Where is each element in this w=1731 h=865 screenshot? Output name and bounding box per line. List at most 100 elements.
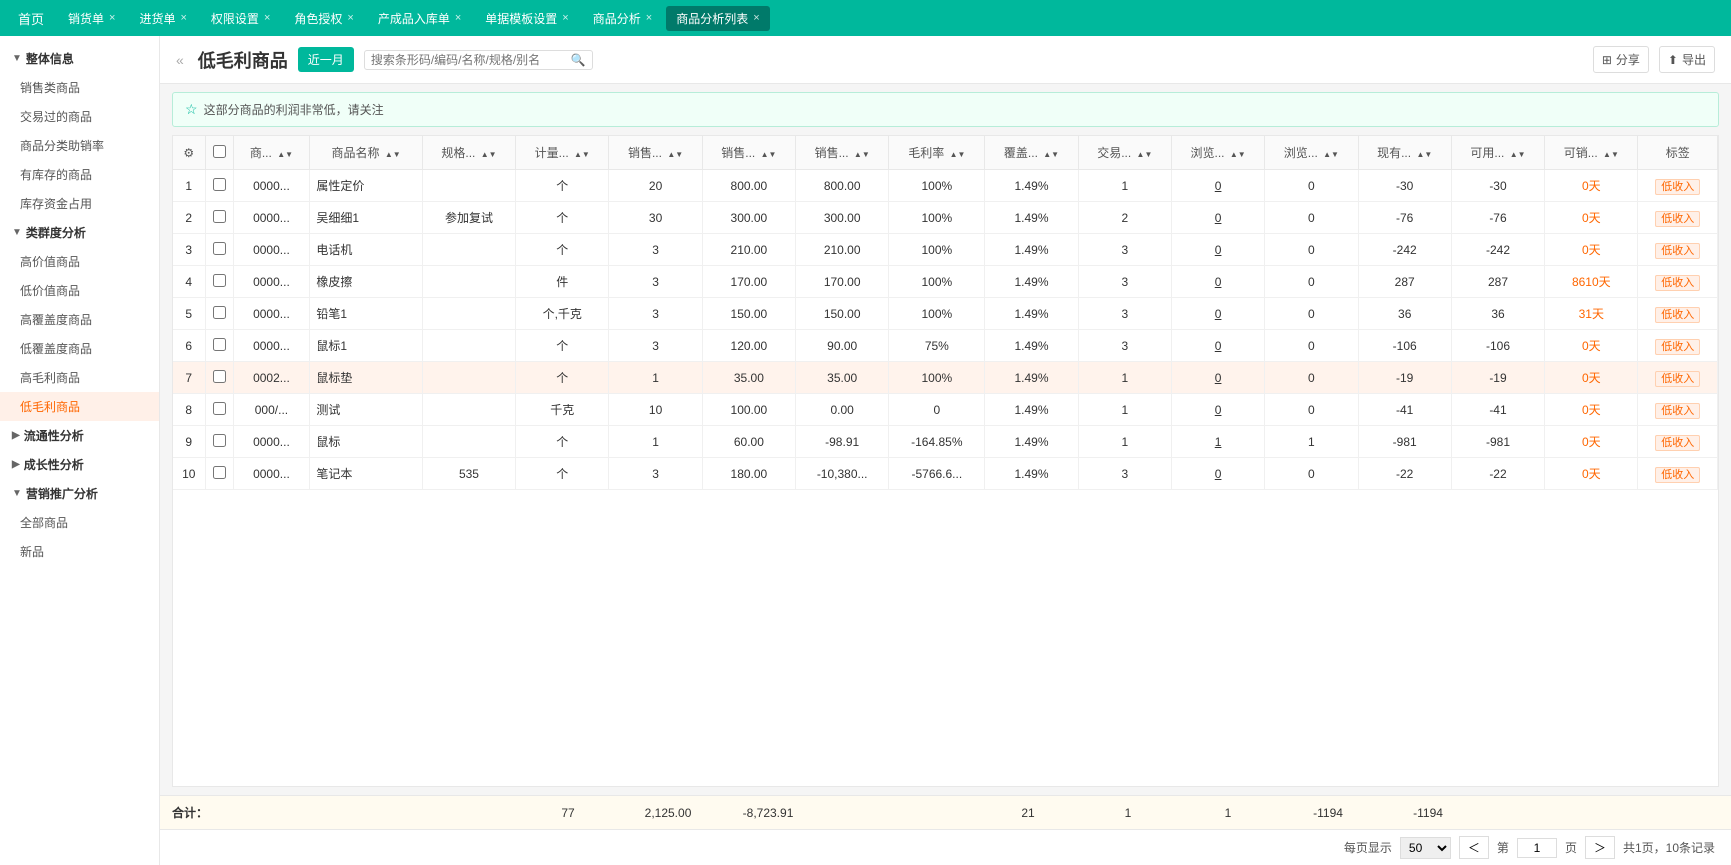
row-checkbox[interactable] [213, 242, 226, 255]
next-page-button[interactable]: ＞ [1585, 836, 1615, 859]
th-current-stock[interactable]: 现有... ▲▼ [1358, 136, 1451, 170]
date-filter-button[interactable]: 近一月 [298, 47, 354, 72]
sidebar-item-high-coverage[interactable]: 高覆盖度商品 [0, 305, 159, 334]
nav-template-settings-close[interactable]: × [562, 12, 568, 24]
sort-sales-profit[interactable]: ▲▼ [854, 150, 870, 159]
nav-role-auth-close[interactable]: × [347, 12, 353, 24]
sidebar-group-growth[interactable]: ▶ 成长性分析 [0, 450, 159, 479]
th-code[interactable]: 商... ▲▼ [233, 136, 310, 170]
sidebar-group-marketing[interactable]: ▼ 营销推广分析 [0, 479, 159, 508]
page-number-input[interactable] [1517, 838, 1557, 858]
cell-view1[interactable]: 0 [1171, 362, 1264, 394]
share-button[interactable]: ⊞ 分享 [1593, 46, 1649, 73]
nav-product-inbound-close[interactable]: × [455, 12, 461, 24]
sort-cover-rate[interactable]: ▲▼ [1043, 150, 1059, 159]
sort-sellable[interactable]: ▲▼ [1603, 150, 1619, 159]
sidebar-item-high-margin[interactable]: 高毛利商品 [0, 363, 159, 392]
cell-gross-rate: 100% [889, 202, 985, 234]
sort-trade-count[interactable]: ▲▼ [1137, 150, 1153, 159]
sort-spec[interactable]: ▲▼ [481, 150, 497, 159]
row-checkbox[interactable] [213, 274, 226, 287]
sort-sales-qty[interactable]: ▲▼ [667, 150, 683, 159]
row-checkbox[interactable] [213, 178, 226, 191]
sort-code[interactable]: ▲▼ [277, 150, 293, 159]
sidebar-item-low-value[interactable]: 低价值商品 [0, 276, 159, 305]
th-sales-profit[interactable]: 销售... ▲▼ [796, 136, 889, 170]
nav-product-analysis[interactable]: 商品分析× [583, 6, 662, 31]
nav-permissions[interactable]: 权限设置× [201, 6, 280, 31]
sidebar-item-low-coverage[interactable]: 低覆盖度商品 [0, 334, 159, 363]
sidebar-item-stock-capital[interactable]: 库存资金占用 [0, 189, 159, 218]
th-trade-count[interactable]: 交易... ▲▼ [1078, 136, 1171, 170]
nav-product-inbound[interactable]: 产成品入库单× [368, 6, 471, 31]
th-view1[interactable]: 浏览... ▲▼ [1171, 136, 1264, 170]
cell-view1[interactable]: 0 [1171, 202, 1264, 234]
nav-sales-order[interactable]: 销货单× [58, 6, 125, 31]
nav-product-analysis-list-close[interactable]: × [753, 12, 759, 24]
th-settings[interactable]: ⚙ [173, 136, 205, 170]
row-checkbox[interactable] [213, 370, 226, 383]
th-sales-qty[interactable]: 销售... ▲▼ [609, 136, 702, 170]
page-size-select[interactable]: 50 100 [1400, 837, 1451, 859]
nav-sales-order-close[interactable]: × [109, 12, 115, 24]
sort-name[interactable]: ▲▼ [385, 150, 401, 159]
row-checkbox[interactable] [213, 434, 226, 447]
prev-page-button[interactable]: ＜ [1459, 836, 1489, 859]
sidebar-item-category-sales-rate[interactable]: 商品分类助销率 [0, 131, 159, 160]
th-available[interactable]: 可用... ▲▼ [1451, 136, 1544, 170]
sort-view2[interactable]: ▲▼ [1323, 150, 1339, 159]
nav-role-auth[interactable]: 角色授权× [284, 6, 363, 31]
sort-current-stock[interactable]: ▲▼ [1416, 150, 1432, 159]
cell-view1[interactable]: 0 [1171, 394, 1264, 426]
cell-view1[interactable]: 0 [1171, 458, 1264, 490]
nav-purchase-order[interactable]: 进货单× [129, 6, 196, 31]
row-checkbox[interactable] [213, 210, 226, 223]
row-checkbox[interactable] [213, 306, 226, 319]
cell-view1[interactable]: 1 [1171, 426, 1264, 458]
th-unit[interactable]: 计量... ▲▼ [516, 136, 609, 170]
th-cover-rate[interactable]: 覆盖... ▲▼ [985, 136, 1078, 170]
row-checkbox[interactable] [213, 466, 226, 479]
sidebar-collapse-btn[interactable]: « [176, 52, 184, 68]
nav-permissions-close[interactable]: × [264, 12, 270, 24]
sidebar-item-all-products[interactable]: 全部商品 [0, 508, 159, 537]
sidebar-item-new-products[interactable]: 新品 [0, 537, 159, 566]
select-all-checkbox[interactable] [213, 145, 226, 158]
cell-view1[interactable]: 0 [1171, 298, 1264, 330]
nav-purchase-order-close[interactable]: × [180, 12, 186, 24]
row-checkbox[interactable] [213, 402, 226, 415]
sort-gross-rate[interactable]: ▲▼ [950, 150, 966, 159]
sort-sales-price[interactable]: ▲▼ [761, 150, 777, 159]
sidebar-group-cluster[interactable]: ▼ 类群度分析 [0, 218, 159, 247]
th-view2[interactable]: 浏览... ▲▼ [1265, 136, 1358, 170]
nav-home[interactable]: 首页 [8, 5, 54, 32]
row-checkbox[interactable] [213, 338, 226, 351]
sidebar-group-circulation[interactable]: ▶ 流通性分析 [0, 421, 159, 450]
arrow-icon: ▼ [12, 53, 22, 64]
cell-view2: 0 [1265, 298, 1358, 330]
th-sales-price[interactable]: 销售... ▲▼ [702, 136, 795, 170]
sort-unit[interactable]: ▲▼ [574, 150, 590, 159]
sidebar-item-high-value[interactable]: 高价值商品 [0, 247, 159, 276]
sidebar-item-traded-products[interactable]: 交易过的商品 [0, 102, 159, 131]
search-input[interactable] [371, 53, 571, 67]
sidebar-group-overall[interactable]: ▼ 整体信息 [0, 44, 159, 73]
sort-view1[interactable]: ▲▼ [1230, 150, 1246, 159]
export-button[interactable]: ⬆ 导出 [1659, 46, 1715, 73]
th-gross-rate[interactable]: 毛利率 ▲▼ [889, 136, 985, 170]
sort-available[interactable]: ▲▼ [1510, 150, 1526, 159]
cell-view1[interactable]: 0 [1171, 266, 1264, 298]
nav-template-settings[interactable]: 单据模板设置× [475, 6, 578, 31]
nav-product-analysis-close[interactable]: × [646, 12, 652, 24]
nav-product-analysis-list[interactable]: 商品分析列表× [666, 6, 769, 31]
sidebar-item-sales-products[interactable]: 销售类商品 [0, 73, 159, 102]
sidebar-item-stocked-products[interactable]: 有库存的商品 [0, 160, 159, 189]
th-spec[interactable]: 规格... ▲▼ [422, 136, 515, 170]
th-sellable[interactable]: 可销... ▲▼ [1545, 136, 1638, 170]
cell-view1[interactable]: 0 [1171, 330, 1264, 362]
cell-tag: 低收入 [1638, 426, 1718, 458]
cell-view1[interactable]: 0 [1171, 234, 1264, 266]
cell-view1[interactable]: 0 [1171, 170, 1264, 202]
sidebar-item-low-margin[interactable]: 低毛利商品 [0, 392, 159, 421]
th-name[interactable]: 商品名称 ▲▼ [310, 136, 422, 170]
